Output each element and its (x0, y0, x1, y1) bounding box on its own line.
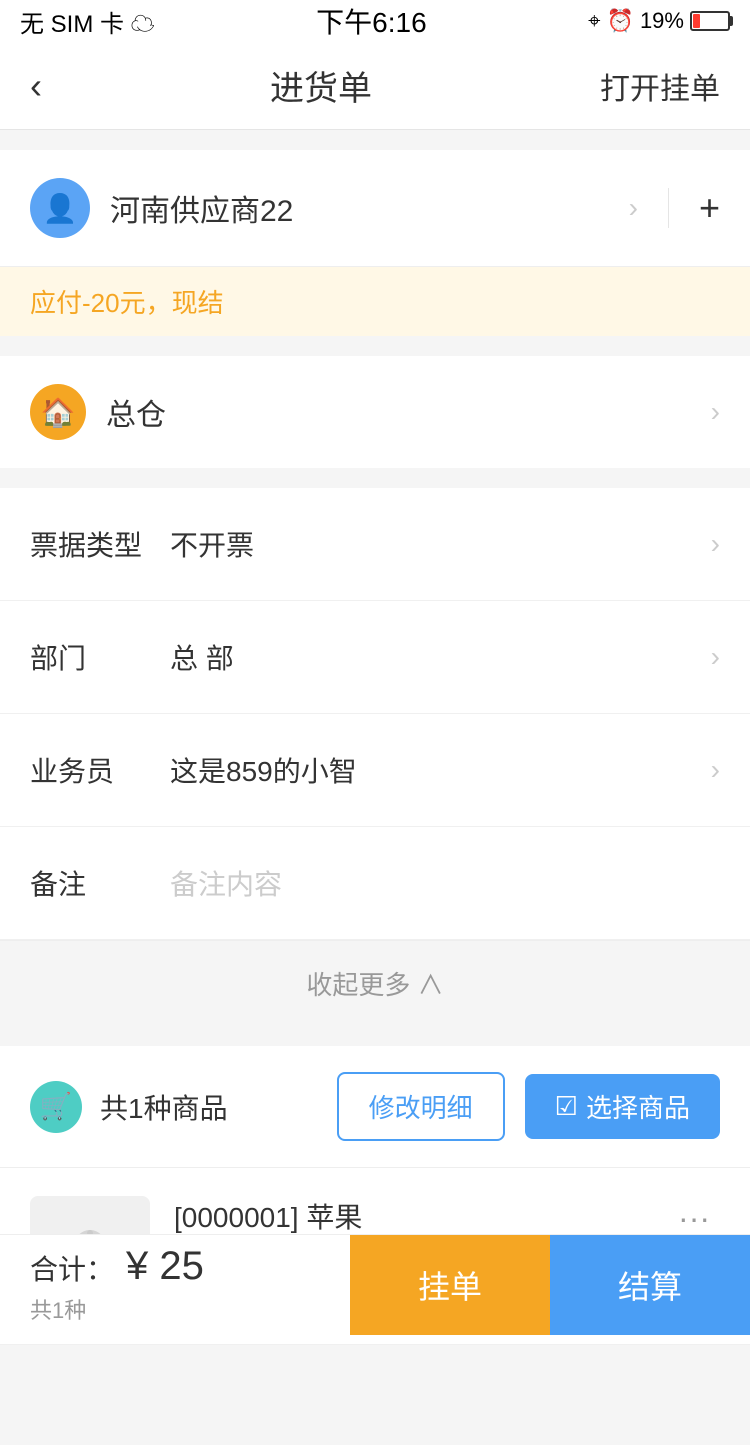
invoice-label: 票据类型 (30, 524, 170, 564)
divider-2 (0, 336, 750, 356)
divider-1 (0, 130, 750, 150)
supplier-section: 👤 河南供应商22 › + 应付-20元，现结 (0, 150, 750, 336)
select-product-icon: ☑ (555, 1091, 578, 1122)
dept-label: 部门 (30, 637, 170, 677)
products-icon: 🛒 (30, 1081, 82, 1133)
salesperson-value: 这是859的小智 (170, 750, 711, 790)
status-bar: 无 SIM 卡 ☁ 下午6:16 ⌖ ⏰ 19% (0, 0, 750, 42)
select-product-button[interactable]: ☑ 选择商品 (525, 1074, 720, 1139)
vertical-divider (668, 188, 669, 228)
product-code: [0000001] (174, 1202, 299, 1233)
salesperson-label: 业务员 (30, 750, 170, 790)
battery-icon (690, 11, 730, 31)
salesperson-chevron-icon: › (711, 754, 720, 786)
total-amount: ¥ 25 (126, 1244, 204, 1289)
invoice-chevron-icon: › (711, 528, 720, 560)
nav-bar: ‹ 进货单 打开挂单 (0, 42, 750, 130)
warehouse-row[interactable]: 🏠 总仓 › (0, 356, 750, 468)
product-title: 苹果 (306, 1202, 362, 1233)
supplier-avatar: 👤 (30, 178, 90, 238)
dept-value: 总 部 (170, 637, 711, 677)
avatar-icon: 👤 (43, 192, 78, 225)
total-sub: 共1种 (30, 1293, 320, 1325)
divider-3 (0, 468, 750, 488)
hang-order-button[interactable]: 挂单 (350, 1235, 550, 1335)
supplier-row[interactable]: 👤 河南供应商22 › + (0, 150, 750, 267)
checkout-button[interactable]: 结算 (550, 1235, 750, 1335)
status-right: ⌖ ⏰ 19% (588, 8, 730, 34)
edit-detail-button[interactable]: 修改明细 (337, 1072, 505, 1141)
collapse-button[interactable]: 收起更多 ∧ (0, 940, 750, 1026)
products-header: 🛒 共1种商品 修改明细 ☑ 选择商品 (0, 1046, 750, 1168)
invoice-value: 不开票 (170, 524, 711, 564)
total-section: 合计： ¥ 25 共1种 (0, 1244, 350, 1325)
cart-icon: 🛒 (40, 1091, 72, 1122)
dept-row[interactable]: 部门 总 部 › (0, 601, 750, 714)
salesperson-row[interactable]: 业务员 这是859的小智 › (0, 714, 750, 827)
remark-label: 备注 (30, 863, 170, 903)
total-row: 合计： ¥ 25 (30, 1244, 320, 1289)
collapse-label: 收起更多 ∧ (306, 970, 443, 1000)
invoice-row[interactable]: 票据类型 不开票 › (0, 488, 750, 601)
status-time: 下午6:16 (316, 1, 427, 41)
status-left: 无 SIM 卡 ☁ (20, 4, 155, 39)
warehouse-section: 🏠 总仓 › (0, 356, 750, 468)
alarm-icon: ⏰ (607, 8, 634, 34)
warehouse-name: 总仓 (106, 390, 711, 434)
notice-banner: 应付-20元，现结 (0, 267, 750, 336)
remark-input[interactable]: 备注内容 (170, 863, 720, 903)
total-label: 合计： (30, 1248, 114, 1288)
sim-signal: 无 SIM 卡 ☁ (20, 4, 155, 39)
remark-row[interactable]: 备注 备注内容 (0, 827, 750, 940)
page-title: 进货单 (270, 61, 372, 110)
back-button[interactable]: ‹ (30, 65, 42, 107)
location-icon: ⌖ (588, 8, 600, 34)
notice-text: 应付-20元，现结 (30, 288, 224, 318)
supplier-name: 河南供应商22 (110, 186, 629, 230)
dept-chevron-icon: › (711, 641, 720, 673)
battery-percent: 19% (640, 8, 684, 34)
bottom-spacer (0, 1345, 750, 1445)
warehouse-chevron-icon: › (711, 396, 720, 428)
supplier-chevron-icon: › (629, 192, 638, 224)
products-count: 共1种商品 (100, 1087, 337, 1127)
open-pending-button[interactable]: 打开挂单 (600, 64, 720, 108)
warehouse-icon: 🏠 (30, 384, 86, 440)
product-name: [0000001] 苹果 (174, 1196, 668, 1236)
add-supplier-button[interactable]: + (699, 187, 720, 229)
bottom-bar: 合计： ¥ 25 共1种 挂单 结算 (0, 1234, 750, 1334)
form-section: 票据类型 不开票 › 部门 总 部 › 业务员 这是859的小智 › 备注 备注… (0, 488, 750, 1026)
select-product-label: 选择商品 (586, 1088, 690, 1125)
